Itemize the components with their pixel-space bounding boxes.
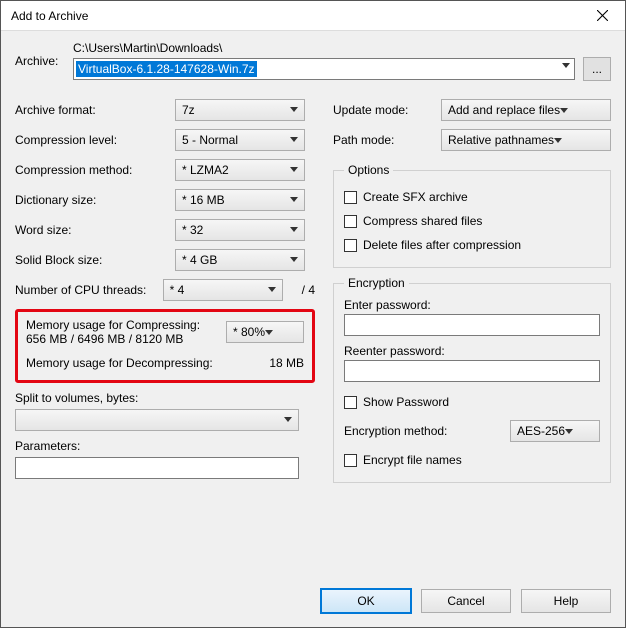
options-group: Options Create SFX archive Compress shar…: [333, 163, 611, 268]
close-button[interactable]: [580, 1, 625, 31]
mem-percent-select[interactable]: * 80%: [226, 321, 304, 343]
chevron-down-icon: [290, 167, 298, 172]
update-select[interactable]: Add and replace files: [441, 99, 611, 121]
cpu-select[interactable]: * 4: [163, 279, 284, 301]
mem-decompress-value: 18 MB: [269, 356, 304, 370]
memory-highlight: Memory usage for Compressing: 656 MB / 6…: [15, 309, 315, 383]
archive-file-combo[interactable]: VirtualBox-6.1.28-147628-Win.7z: [73, 58, 575, 80]
dict-select[interactable]: * 16 MB: [175, 189, 305, 211]
help-button[interactable]: Help: [521, 589, 611, 613]
encrypt-names-checkbox[interactable]: Encrypt file names: [344, 448, 600, 472]
chevron-down-icon: [290, 197, 298, 202]
chevron-down-icon: [290, 257, 298, 262]
word-label: Word size:: [15, 223, 175, 237]
chevron-down-icon: [560, 108, 568, 113]
mem-compress-value: 656 MB / 6496 MB / 8120 MB: [26, 332, 200, 346]
chevron-down-icon: [284, 417, 292, 422]
split-label: Split to volumes, bytes:: [15, 391, 315, 405]
chevron-down-icon: [290, 137, 298, 142]
mem-compress-label: Memory usage for Compressing:: [26, 318, 200, 332]
chevron-down-icon: [290, 227, 298, 232]
chevron-down-icon: [565, 429, 573, 434]
archive-file-value: VirtualBox-6.1.28-147628-Win.7z: [76, 61, 257, 77]
params-input[interactable]: [15, 457, 299, 479]
method-label: Compression method:: [15, 163, 175, 177]
show-password-checkbox[interactable]: Show Password: [344, 390, 600, 414]
params-label: Parameters:: [15, 439, 315, 453]
close-icon: [597, 10, 608, 21]
split-combo[interactable]: [15, 409, 299, 431]
checkbox-icon: [344, 396, 357, 409]
delete-checkbox[interactable]: Delete files after compression: [344, 233, 600, 257]
shared-checkbox[interactable]: Compress shared files: [344, 209, 600, 233]
ok-button[interactable]: OK: [321, 589, 411, 613]
password-input[interactable]: [344, 314, 600, 336]
mem-decompress-label: Memory usage for Decompressing:: [26, 356, 213, 370]
window-title: Add to Archive: [11, 9, 88, 23]
titlebar: Add to Archive: [1, 1, 625, 31]
button-bar: OK Cancel Help: [321, 589, 611, 613]
checkbox-icon: [344, 239, 357, 252]
word-select[interactable]: * 32: [175, 219, 305, 241]
reenter-password-label: Reenter password:: [344, 344, 600, 358]
encryption-group: Encryption Enter password: Reenter passw…: [333, 276, 611, 483]
format-select[interactable]: 7z: [175, 99, 305, 121]
level-select[interactable]: 5 - Normal: [175, 129, 305, 151]
cancel-button[interactable]: Cancel: [421, 589, 511, 613]
checkbox-icon: [344, 454, 357, 467]
encryption-legend: Encryption: [344, 276, 409, 290]
chevron-down-icon: [268, 287, 276, 292]
sfx-checkbox[interactable]: Create SFX archive: [344, 185, 600, 209]
level-label: Compression level:: [15, 133, 175, 147]
checkbox-icon: [344, 191, 357, 204]
chevron-down-icon: [290, 107, 298, 112]
archive-label: Archive:: [15, 54, 73, 68]
dict-label: Dictionary size:: [15, 193, 175, 207]
chevron-down-icon: [554, 138, 562, 143]
enc-method-select[interactable]: AES-256: [510, 420, 600, 442]
enter-password-label: Enter password:: [344, 298, 600, 312]
cpu-total: / 4: [289, 283, 315, 297]
method-select[interactable]: * LZMA2: [175, 159, 305, 181]
pathmode-label: Path mode:: [333, 133, 441, 147]
chevron-down-icon: [562, 63, 570, 68]
block-label: Solid Block size:: [15, 253, 175, 267]
options-legend: Options: [344, 163, 393, 177]
block-select[interactable]: * 4 GB: [175, 249, 305, 271]
chevron-down-icon: [265, 330, 273, 335]
enc-method-label: Encryption method:: [344, 424, 500, 438]
archive-path: C:\Users\Martin\Downloads\: [73, 41, 611, 55]
checkbox-icon: [344, 215, 357, 228]
format-label: Archive format:: [15, 103, 175, 117]
cpu-label: Number of CPU threads:: [15, 283, 163, 297]
pathmode-select[interactable]: Relative pathnames: [441, 129, 611, 151]
browse-button[interactable]: ...: [583, 57, 611, 81]
update-label: Update mode:: [333, 103, 441, 117]
reenter-password-input[interactable]: [344, 360, 600, 382]
